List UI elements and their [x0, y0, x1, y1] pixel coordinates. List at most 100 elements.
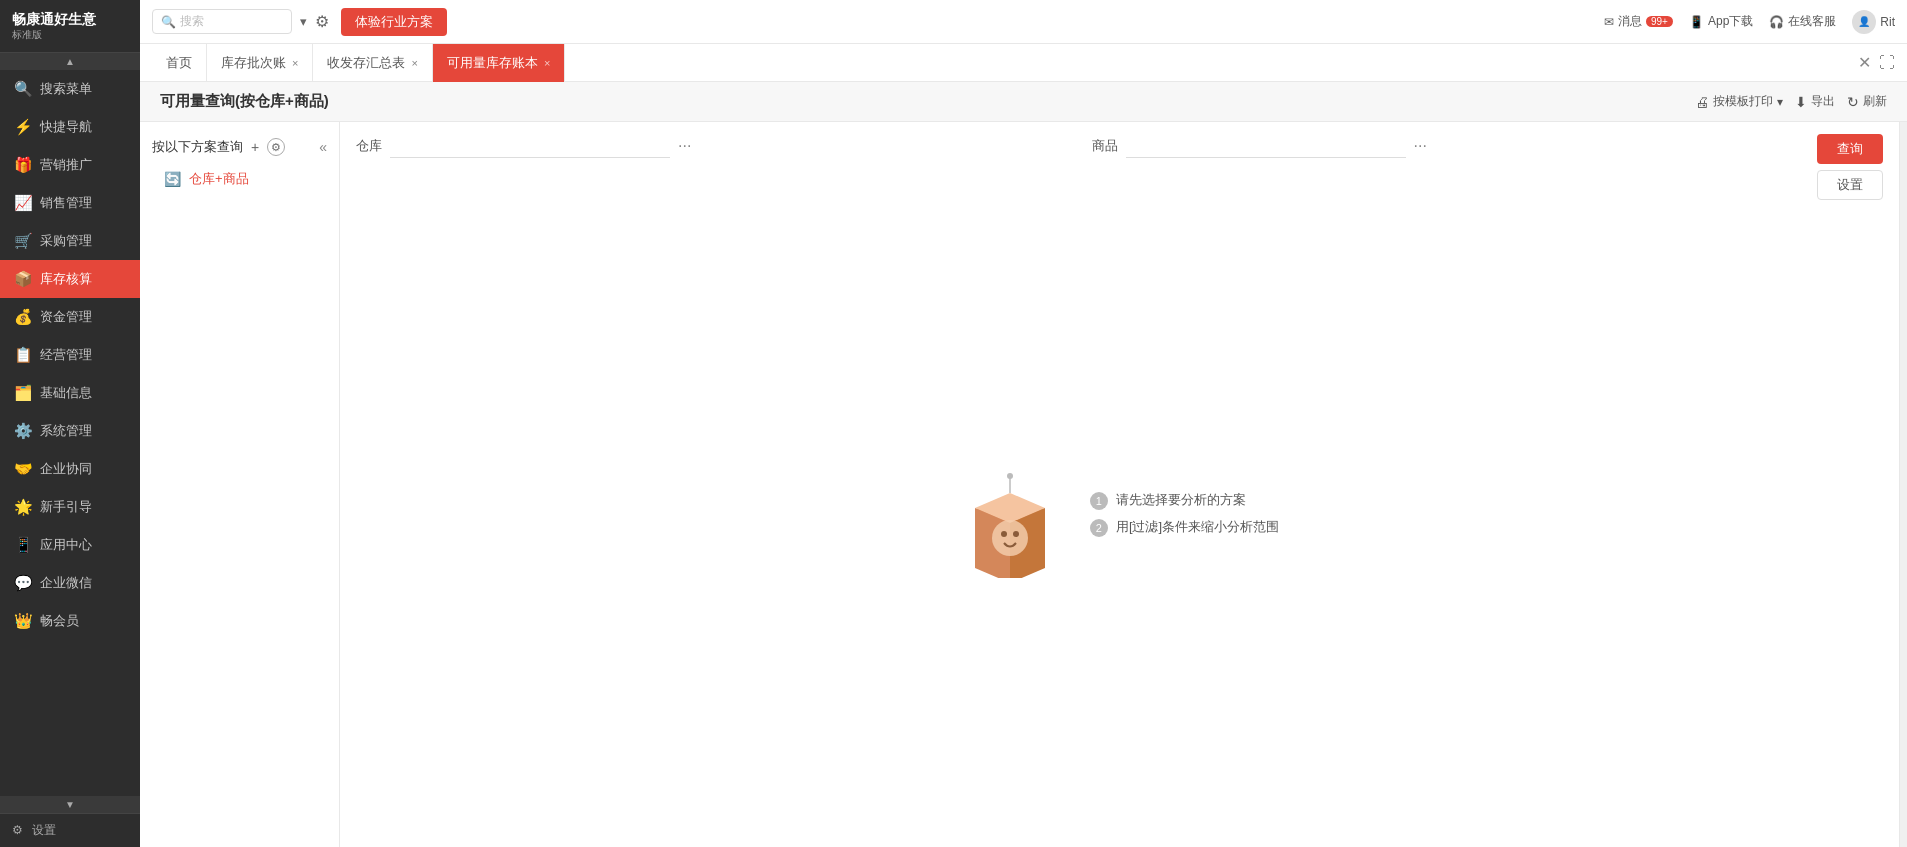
sidebar-item-system[interactable]: ⚙️系统管理: [0, 412, 140, 450]
export-btn[interactable]: ⬇ 导出: [1795, 93, 1835, 110]
sidebar-label-wechat: 企业微信: [40, 574, 92, 592]
tab-summary[interactable]: 收发存汇总表 ×: [313, 44, 432, 82]
app-version: 标准版: [12, 28, 128, 42]
tab-available[interactable]: 可用量库存账本 ×: [433, 44, 565, 82]
trial-button[interactable]: 体验行业方案: [341, 8, 447, 36]
topbar-search-box[interactable]: 🔍 搜索: [152, 9, 292, 34]
sidebar-item-basic[interactable]: 🗂️ 基础信息: [0, 374, 140, 412]
refresh-btn[interactable]: ↻ 刷新: [1847, 93, 1887, 110]
print-template-btn[interactable]: 🖨 按模板打印 ▾: [1695, 93, 1783, 110]
filter-settings-btn[interactable]: ⚙: [267, 138, 285, 156]
query-button[interactable]: 查询: [1817, 134, 1883, 164]
topbar-dropdown-icon[interactable]: ▾: [300, 14, 307, 29]
sidebar-item-inventory[interactable]: 📦库存核算: [0, 260, 140, 298]
sidebar-item-quick[interactable]: ⚡快捷导航: [0, 108, 140, 146]
sidebar-item-operation[interactable]: 📋经营管理: [0, 336, 140, 374]
sidebar-bottom-icon: ⚙: [12, 823, 23, 837]
user-area[interactable]: 👤 Rit: [1852, 10, 1895, 34]
query-filters: 仓库 ··· 商品 ···: [356, 134, 1807, 158]
sidebar-label-marketing: 营销推广: [40, 156, 92, 174]
empty-hints: 1请先选择要分析的方案 2用[过滤]条件来缩小分析范围: [1090, 491, 1279, 545]
empty-hint-2: 2用[过滤]条件来缩小分析范围: [1090, 518, 1279, 537]
user-name: Rit: [1880, 15, 1895, 29]
sidebar-item-wechat[interactable]: 💬 企业微信: [0, 564, 140, 602]
warehouse-input[interactable]: [390, 134, 670, 158]
sidebar-bottom-label: 设置: [32, 823, 56, 837]
sidebar-item-marketing[interactable]: 🎁 营销推广: [0, 146, 140, 184]
filter-item-warehouse-product[interactable]: 🔄 仓库+商品: [140, 162, 339, 196]
sidebar-scroll-down[interactable]: ▼: [0, 796, 140, 813]
sidebar-icon-search: 🔍: [14, 80, 32, 98]
warehouse-more-btn[interactable]: ···: [678, 137, 691, 155]
sidebar-item-sales[interactable]: 📈销售管理: [0, 184, 140, 222]
svg-point-5: [1001, 531, 1007, 537]
tab-batch-close[interactable]: ×: [292, 57, 298, 69]
content-area: 按以下方案查询 + ⚙ « 🔄 仓库+商品 仓库: [140, 122, 1907, 847]
sidebar-icon-quick: ⚡: [14, 118, 32, 136]
sidebar-icon-operation: 📋: [14, 346, 32, 364]
filter-panel-label: 按以下方案查询: [152, 138, 243, 156]
right-scrollbar[interactable]: [1899, 122, 1907, 847]
tab-home-label: 首页: [166, 54, 192, 72]
export-label: 导出: [1811, 93, 1835, 110]
sidebar-item-finance[interactable]: 💰资金管理: [0, 298, 140, 336]
tab-available-close[interactable]: ×: [544, 57, 550, 69]
print-dropdown-icon[interactable]: ▾: [1777, 95, 1783, 109]
sidebar-item-apps[interactable]: 📱应用中心: [0, 526, 140, 564]
app-download-btn[interactable]: 📱 App下载: [1689, 13, 1753, 30]
add-icon: +: [251, 139, 259, 155]
sidebar-label-basic: 基础信息: [40, 384, 92, 402]
product-more-btn[interactable]: ···: [1414, 137, 1427, 155]
filter-item-label: 仓库+商品: [189, 170, 249, 188]
tabs-bar: 首页 库存批次账 × 收发存汇总表 × 可用量库存账本 × ✕ ⛶: [140, 44, 1907, 82]
fullscreen-btn[interactable]: ⛶: [1879, 54, 1895, 72]
message-btn[interactable]: ✉ 消息 99+: [1604, 13, 1673, 30]
tab-batch[interactable]: 库存批次账 ×: [207, 44, 313, 82]
sidebar-icon-wechat: 💬: [14, 574, 32, 592]
sidebar: 畅康通好生意 标准版 ▲ 🔍搜索菜单⚡快捷导航 🎁 营销推广 📈销售管理🛒采购管理📦库…: [0, 0, 140, 847]
filter-collapse-btn[interactable]: «: [319, 139, 327, 155]
page-header-actions: 🖨 按模板打印 ▾ ⬇ 导出 ↻ 刷新: [1695, 93, 1887, 110]
tab-home[interactable]: 首页: [152, 44, 207, 82]
sidebar-scroll-up[interactable]: ▲: [0, 53, 140, 70]
svg-point-4: [992, 520, 1028, 556]
svg-point-6: [1013, 531, 1019, 537]
close-all-tabs-btn[interactable]: ✕: [1858, 53, 1871, 72]
warehouse-product-icon: 🔄: [164, 171, 181, 187]
product-filter-group: 商品 ···: [1092, 134, 1808, 158]
query-actions: 查询 设置: [1817, 134, 1883, 200]
sidebar-icon-vip: 👑: [14, 612, 32, 630]
online-service-label: 在线客服: [1788, 13, 1836, 30]
empty-hint-1: 1请先选择要分析的方案: [1090, 491, 1279, 510]
topbar-right: ✉ 消息 99+ 📱 App下载 🎧 在线客服 👤 Rit: [1604, 10, 1895, 34]
online-service-btn[interactable]: 🎧 在线客服: [1769, 13, 1836, 30]
page-title: 可用量查询(按仓库+商品): [160, 92, 329, 111]
hint-num-2: 2: [1090, 519, 1108, 537]
warehouse-label: 仓库: [356, 137, 382, 155]
sidebar-label-apps: 应用中心: [40, 536, 92, 554]
sidebar-label-sales: 销售管理: [40, 194, 92, 212]
sidebar-item-enterprise[interactable]: 🤝企业协同: [0, 450, 140, 488]
product-input[interactable]: [1126, 134, 1406, 158]
sidebar-icon-basic: 🗂️: [14, 384, 32, 402]
settings-button[interactable]: 设置: [1817, 170, 1883, 200]
refresh-icon: ↻: [1847, 94, 1859, 110]
page-header: 可用量查询(按仓库+商品) 🖨 按模板打印 ▾ ⬇ 导出 ↻ 刷新: [140, 82, 1907, 122]
sidebar-item-search[interactable]: 🔍搜索菜单: [0, 70, 140, 108]
filter-panel: 按以下方案查询 + ⚙ « 🔄 仓库+商品: [140, 122, 340, 847]
sidebar-item-newbie[interactable]: 🌟新手引导: [0, 488, 140, 526]
sidebar-icon-finance: 💰: [14, 308, 32, 326]
app-download-icon: 📱: [1689, 15, 1704, 29]
sidebar-bottom[interactable]: ⚙ 设置: [0, 813, 140, 847]
sidebar-icon-inventory: 📦: [14, 270, 32, 288]
filter-add-btn[interactable]: +: [251, 139, 259, 155]
sidebar-icon-purchase: 🛒: [14, 232, 32, 250]
sidebar-item-vip[interactable]: 👑畅会员: [0, 602, 140, 640]
tab-summary-close[interactable]: ×: [411, 57, 417, 69]
topbar-gear-icon[interactable]: ⚙: [315, 12, 329, 31]
sidebar-logo: 畅康通好生意 标准版: [0, 0, 140, 53]
filter-panel-header: 按以下方案查询 + ⚙ «: [140, 132, 339, 162]
sidebar-item-purchase[interactable]: 🛒采购管理: [0, 222, 140, 260]
tab-summary-label: 收发存汇总表: [327, 54, 405, 72]
sidebar-icon-marketing: 🎁: [14, 156, 32, 174]
